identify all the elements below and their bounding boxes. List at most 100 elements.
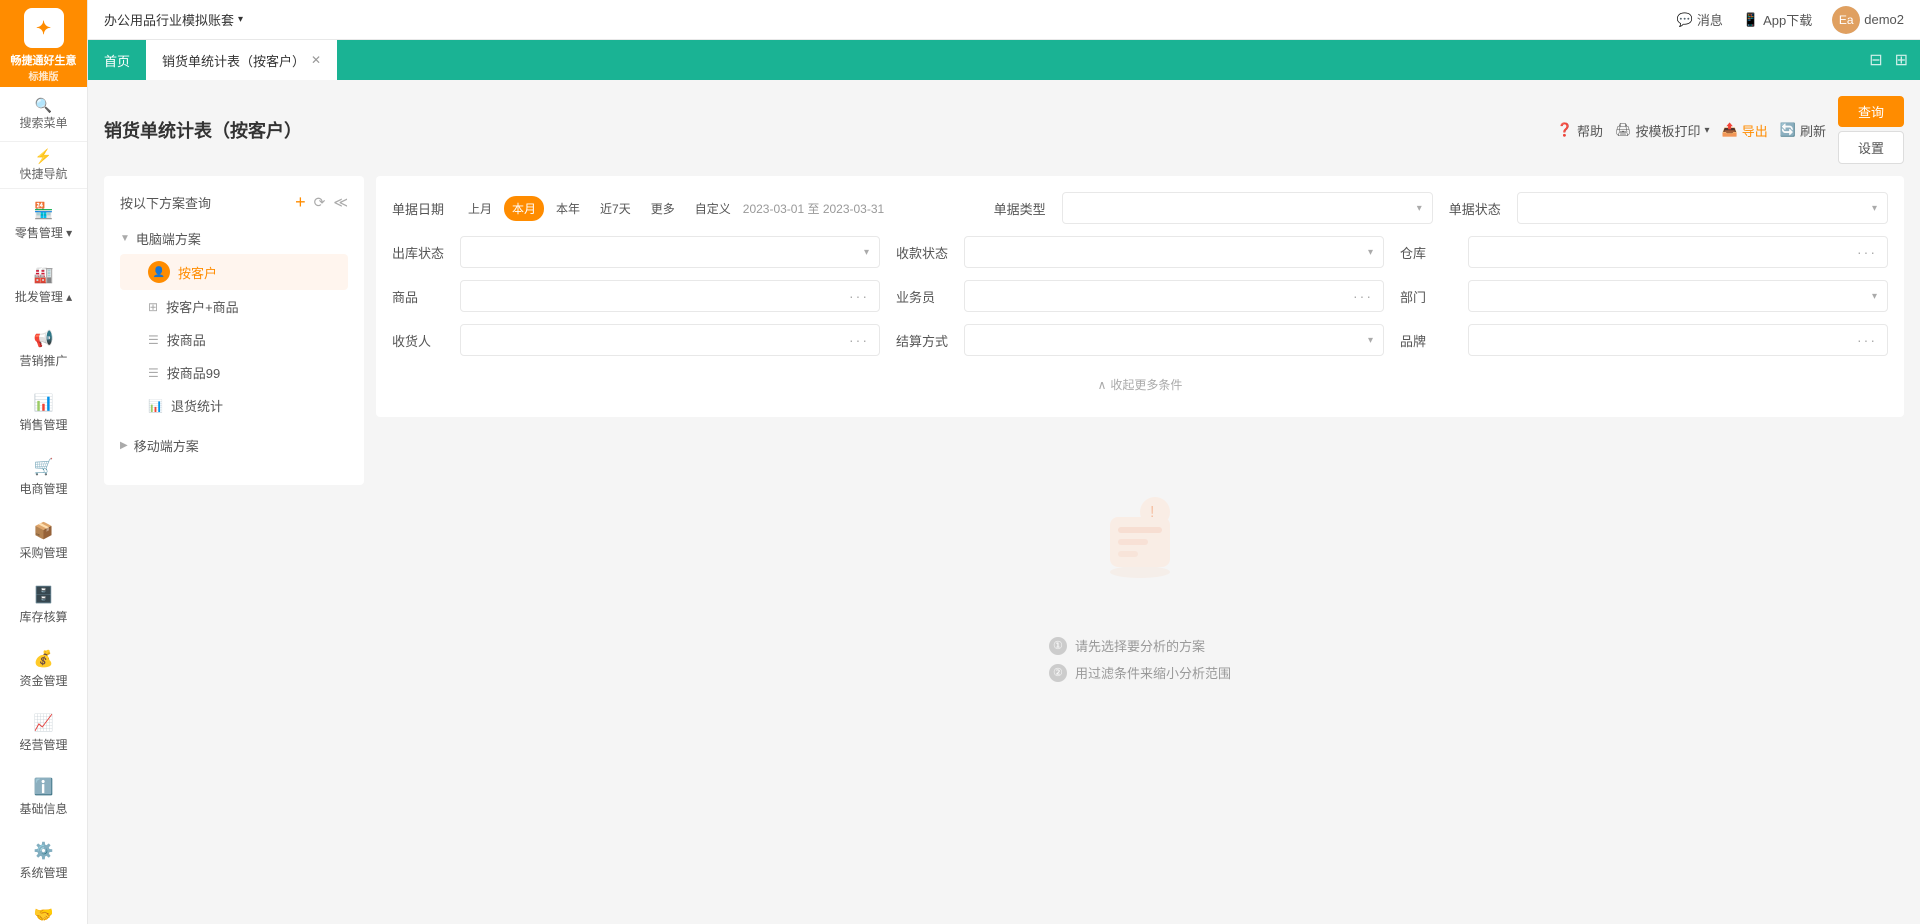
scheme-item-by-goods[interactable]: ☰ 按商品: [120, 323, 348, 356]
sidebar-item-basic[interactable]: ℹ️ 基础信息: [0, 765, 87, 829]
query-button[interactable]: 查询: [1838, 96, 1904, 127]
refresh-btn[interactable]: 🔄 刷新: [1780, 121, 1826, 140]
sidebar-item-ecommerce[interactable]: 🛒 电商管理: [0, 445, 87, 509]
date-tab-this-year[interactable]: 本年: [548, 196, 588, 221]
recipient-control[interactable]: ···: [460, 324, 880, 356]
doc-status-label: 单据状态: [1449, 199, 1509, 218]
add-scheme-btn[interactable]: +: [295, 192, 306, 213]
date-tab-last-month[interactable]: 上月: [460, 196, 500, 221]
marketing-label: 营销推广: [19, 352, 67, 369]
goods-filter-item: 商品 ···: [392, 280, 880, 312]
salesperson-dots-icon: ···: [1353, 288, 1373, 304]
sidebar-item-operations[interactable]: 📈 经营管理: [0, 701, 87, 765]
empty-illustration: !: [1080, 477, 1200, 616]
settlement-filter-item: 结算方式 ▾: [896, 324, 1384, 356]
finance-icon: 💰: [34, 649, 54, 669]
print-icon: 🖨: [1615, 122, 1632, 138]
system-icon: ⚙️: [34, 841, 54, 861]
scheme-item-by-goods99[interactable]: ☰ 按商品99: [120, 356, 348, 389]
date-tab-this-month[interactable]: 本月: [504, 196, 544, 221]
scheme-group-pc-header[interactable]: ▼ 电脑端方案: [120, 223, 348, 254]
tab-report[interactable]: 销货单统计表（按客户） ✕: [146, 40, 337, 80]
doc-status-control[interactable]: ▾: [1517, 192, 1888, 224]
sidebar-item-wholesale[interactable]: 🏭 批发管理 ▴: [0, 253, 87, 317]
company-selector[interactable]: 办公用品行业模拟账套 ▾: [104, 10, 243, 29]
sidebar-item-purchase[interactable]: 📦 采购管理: [0, 509, 87, 573]
grid-icon: ⊞: [148, 300, 158, 314]
topbar-right: 💬 消息 📱 App下载 Ea demo2: [1677, 6, 1904, 34]
scheme-group-mobile-header[interactable]: ▶ 移动端方案: [120, 430, 348, 461]
warehouse-control[interactable]: ···: [1468, 236, 1888, 268]
scheme-item-by-customer-goods[interactable]: ⊞ 按客户+商品: [120, 290, 348, 323]
sidebar-item-sales[interactable]: 📊 销售管理: [0, 381, 87, 445]
sidebar-item-enterprise[interactable]: 🤝 企业协同: [0, 893, 87, 924]
dept-control[interactable]: ▾: [1468, 280, 1888, 312]
user-profile[interactable]: Ea demo2: [1832, 6, 1904, 34]
brand-control[interactable]: ···: [1468, 324, 1888, 356]
mobile-expand-icon: ▶: [120, 440, 128, 451]
sidebar-item-inventory[interactable]: 🗄️ 库存核算: [0, 573, 87, 637]
collect-status-control[interactable]: ▾: [964, 236, 1384, 268]
dept-chevron-icon: ▾: [1872, 291, 1877, 302]
search-menu[interactable]: 🔍 搜索菜单: [0, 87, 87, 142]
print-btn[interactable]: 🖨 按模板打印 ▾: [1615, 121, 1710, 140]
settlement-control[interactable]: ▾: [964, 324, 1384, 356]
sidebar-item-marketing[interactable]: 📢 营销推广: [0, 317, 87, 381]
scheme-group-pc: ▼ 电脑端方案 👤 按客户 ⊞ 按客户+商品: [120, 223, 348, 422]
scheme-item-return-stats[interactable]: 📊 退货统计: [120, 389, 348, 422]
date-tab-7days[interactable]: 近7天: [592, 196, 639, 221]
group-expand-icon: ▼: [120, 233, 130, 244]
enterprise-icon: 🤝: [34, 905, 54, 924]
filter-and-results-panel: 单据日期 上月 本月 本年 近7天 更多 自定义 2023-03-01 至 20…: [376, 176, 1904, 742]
warehouse-dots-icon: ···: [1857, 244, 1877, 260]
minimize-icon[interactable]: ⊟: [1869, 50, 1882, 70]
by-customer-goods-label: 按客户+商品: [166, 297, 239, 316]
dept-label: 部门: [1400, 287, 1460, 306]
collapse-filters-btn[interactable]: ∧ 收起更多条件: [392, 368, 1888, 401]
warehouse-filter-item: 仓库 ···: [1400, 236, 1888, 268]
tab-home[interactable]: 首页: [88, 40, 146, 80]
out-status-filter-item: 出库状态 ▾: [392, 236, 880, 268]
export-btn[interactable]: 📤 导出: [1722, 121, 1768, 140]
message-btn[interactable]: 💬 消息: [1677, 10, 1723, 29]
window-controls: ⊟ ⊞: [1857, 50, 1920, 70]
message-icon: 💬: [1677, 12, 1693, 28]
doc-type-control[interactable]: ▾: [1062, 192, 1433, 224]
sidebar-item-retail[interactable]: 🏪 零售管理 ▾: [0, 189, 87, 253]
print-chevron-icon: ▾: [1705, 125, 1710, 136]
sidebar-item-finance[interactable]: 💰 资金管理: [0, 637, 87, 701]
help-btn[interactable]: ❓ 帮助: [1557, 121, 1603, 140]
refresh-scheme-icon[interactable]: ⟳: [314, 194, 326, 211]
scheme-item-by-customer[interactable]: 👤 按客户: [120, 254, 348, 290]
date-tab-custom[interactable]: 自定义: [687, 196, 739, 221]
out-status-control[interactable]: ▾: [460, 236, 880, 268]
export-icon: 📤: [1722, 122, 1738, 138]
purchase-icon: 📦: [34, 521, 54, 541]
empty-tip-1: ① 请先选择要分析的方案: [1049, 636, 1231, 655]
date-tab-more[interactable]: 更多: [643, 196, 683, 221]
app-download-btn[interactable]: 📱 App下载: [1743, 10, 1812, 29]
finance-label: 资金管理: [19, 672, 67, 689]
return-stats-label: 退货统计: [171, 396, 223, 415]
salesperson-control[interactable]: ···: [964, 280, 1384, 312]
tip-num-1: ①: [1049, 637, 1067, 655]
salesperson-filter-item: 业务员 ···: [896, 280, 1384, 312]
out-status-chevron-icon: ▾: [864, 247, 869, 258]
quick-nav[interactable]: ⚡ 快捷导航: [0, 142, 87, 189]
goods-control[interactable]: ···: [460, 280, 880, 312]
filter-row-4: 收货人 ··· 结算方式 ▾: [392, 324, 1888, 356]
settings-button[interactable]: 设置: [1838, 131, 1904, 164]
purchase-label: 采购管理: [19, 544, 67, 561]
out-status-label: 出库状态: [392, 243, 452, 262]
app-subtitle: 标推版: [29, 68, 59, 83]
sidebar-item-system[interactable]: ⚙️ 系统管理: [0, 829, 87, 893]
tab-close-icon[interactable]: ✕: [311, 53, 321, 67]
collapse-label: 收起更多条件: [1110, 376, 1182, 393]
retail-label: 零售管理 ▾: [15, 224, 72, 241]
inventory-label: 库存核算: [19, 608, 67, 625]
maximize-icon[interactable]: ⊞: [1895, 50, 1908, 70]
collapse-scheme-icon[interactable]: ≪: [333, 194, 348, 211]
empty-tips: ① 请先选择要分析的方案 ② 用过滤条件来缩小分析范围: [1049, 636, 1231, 682]
scheme-panel: 按以下方案查询 + ⟳ ≪ ▼ 电脑端方案: [104, 176, 364, 742]
sales-label: 销售管理: [19, 416, 67, 433]
